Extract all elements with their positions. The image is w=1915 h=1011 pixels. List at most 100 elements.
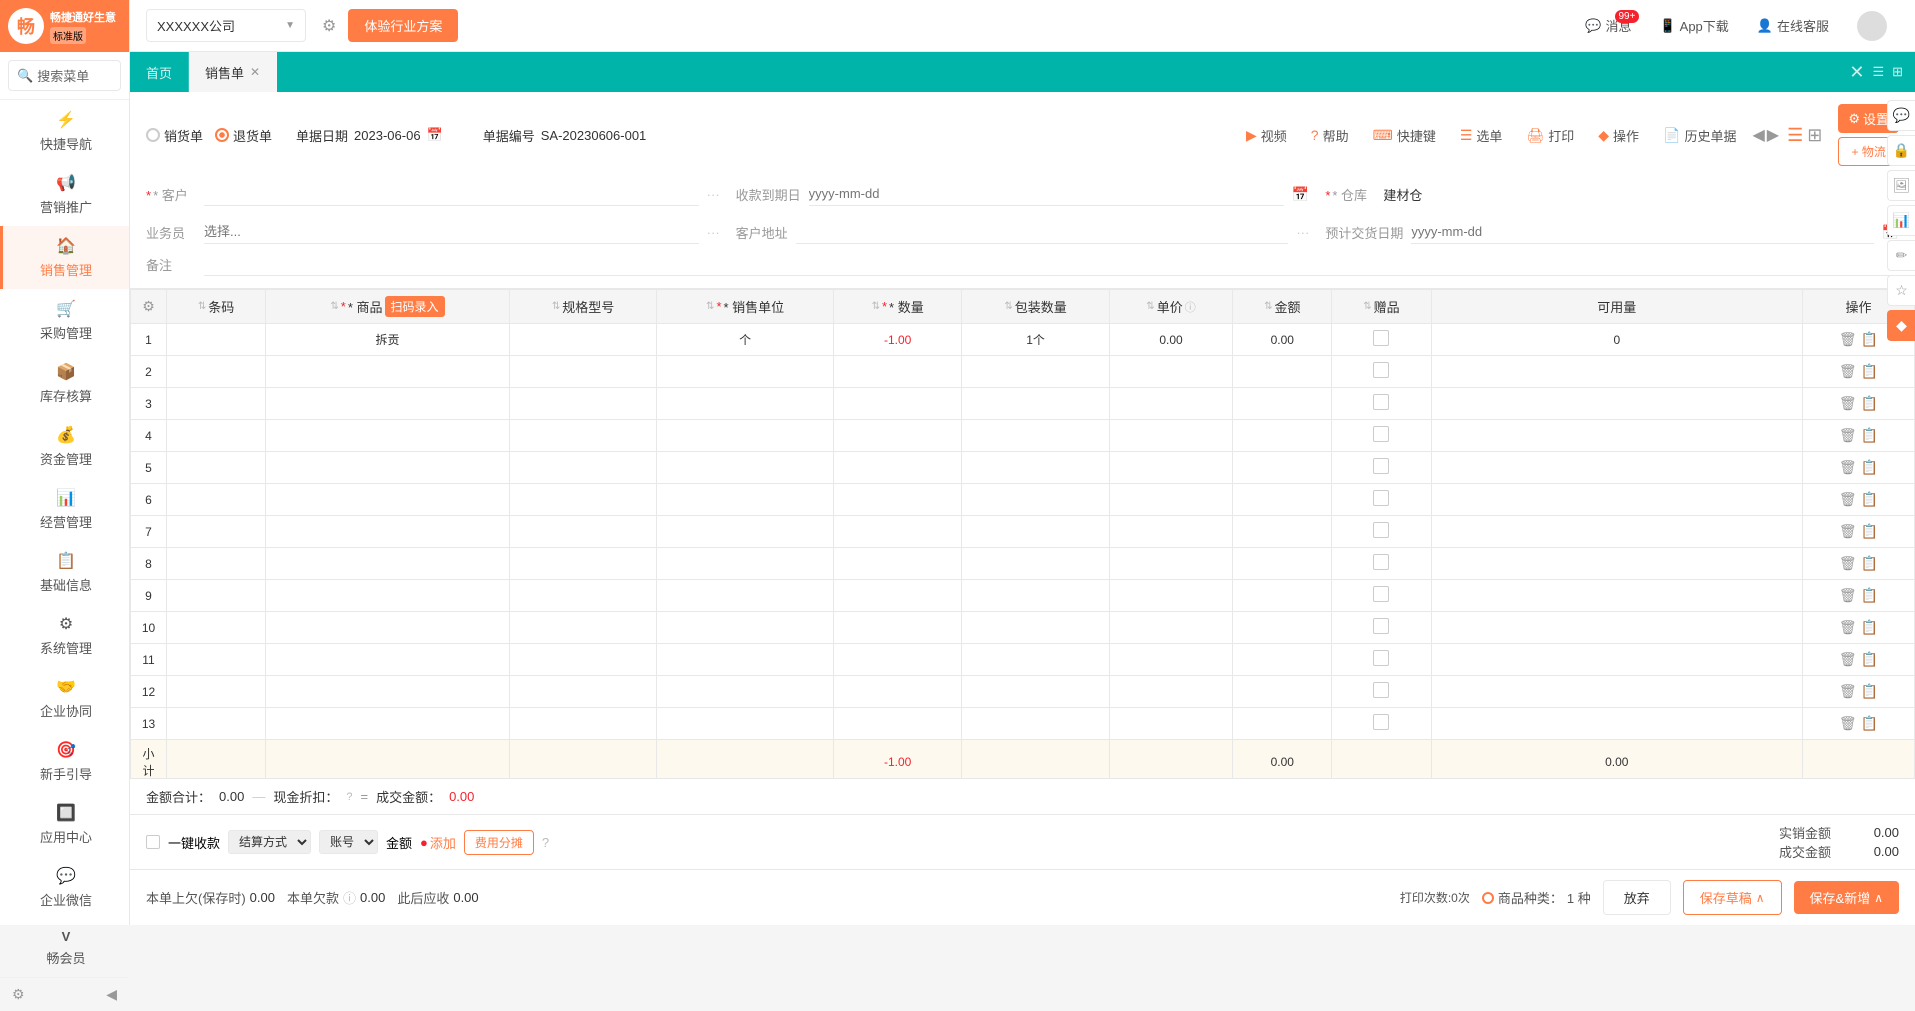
sidebar-item-operations[interactable]: 📊 经营管理 (0, 478, 129, 541)
row-unit-price[interactable] (1109, 452, 1232, 484)
row-delete-button[interactable]: 🗑 (1837, 713, 1859, 734)
row-delete-button[interactable]: 🗑 (1837, 585, 1859, 606)
customer-input[interactable] (204, 182, 699, 206)
right-panel-img[interactable]: 🖼 (1887, 170, 1915, 201)
row-copy-button[interactable]: 📋 (1859, 361, 1880, 382)
date-picker-icon[interactable]: 📅 (427, 127, 443, 143)
row-copy-button[interactable]: 📋 (1859, 393, 1880, 414)
row-unit-price[interactable] (1109, 676, 1232, 708)
row-unit[interactable] (657, 644, 834, 676)
table-settings-icon[interactable]: ⚙ (142, 298, 155, 314)
row-unit[interactable] (657, 356, 834, 388)
sidebar-item-system[interactable]: ⚙ 系统管理 (0, 604, 129, 667)
row-gift[interactable] (1332, 324, 1431, 356)
gift-checkbox[interactable] (1373, 330, 1389, 346)
row-product[interactable] (266, 452, 510, 484)
row-barcode[interactable] (167, 612, 266, 644)
row-gift[interactable] (1332, 548, 1431, 580)
row-spec[interactable] (509, 676, 656, 708)
right-panel-star[interactable]: ☆ (1887, 275, 1915, 306)
row-pkg-qty[interactable] (962, 708, 1109, 740)
row-product[interactable] (266, 388, 510, 420)
price-info-icon[interactable]: ⓘ (1185, 299, 1196, 315)
row-unit[interactable]: 个 (657, 324, 834, 356)
row-gift[interactable] (1332, 612, 1431, 644)
row-qty[interactable]: -1.00 (833, 324, 961, 356)
row-product[interactable] (266, 548, 510, 580)
payment-method-select[interactable]: 结算方式 (228, 830, 311, 854)
gift-checkbox[interactable] (1373, 586, 1389, 602)
customer-address-input[interactable] (796, 220, 1289, 244)
row-spec[interactable] (509, 452, 656, 484)
row-barcode[interactable] (167, 548, 266, 580)
gift-checkbox[interactable] (1373, 394, 1389, 410)
row-unit-price[interactable] (1109, 548, 1232, 580)
add-payment-button[interactable]: ● 添加 (420, 833, 456, 852)
row-spec[interactable] (509, 420, 656, 452)
row-delete-button[interactable]: 🗑 (1837, 425, 1859, 446)
row-copy-button[interactable]: 📋 (1859, 553, 1880, 574)
col-settings[interactable]: ⚙ (131, 290, 167, 324)
row-spec[interactable] (509, 388, 656, 420)
tab-home[interactable]: 首页 (130, 52, 189, 92)
row-qty[interactable] (833, 548, 961, 580)
sidebar-item-sales[interactable]: 🏠 销售管理 (0, 226, 129, 289)
row-copy-button[interactable]: 📋 (1859, 649, 1880, 670)
sidebar-item-cooperation[interactable]: 🤝 企业协同 (0, 667, 129, 730)
row-product[interactable] (266, 612, 510, 644)
list-view-icon[interactable]: ☰ (1787, 125, 1803, 146)
row-amount[interactable] (1233, 484, 1332, 516)
row-delete-button[interactable]: 🗑 (1837, 489, 1859, 510)
scan-button[interactable]: 扫码录入 (385, 296, 445, 317)
grid-view-icon[interactable]: ⊞ (1807, 125, 1822, 146)
row-pkg-qty[interactable] (962, 420, 1109, 452)
row-barcode[interactable] (167, 452, 266, 484)
app-download-button[interactable]: 📱 App下载 (1659, 16, 1728, 35)
prev-btn[interactable]: ◀ (1752, 125, 1764, 145)
salesperson-more-icon[interactable]: ··· (707, 225, 720, 240)
row-qty[interactable] (833, 356, 961, 388)
row-delete-button[interactable]: 🗑 (1837, 649, 1859, 670)
product-sort-icon[interactable]: ⇅ (330, 301, 338, 312)
row-copy-button[interactable]: 📋 (1859, 425, 1880, 446)
row-delete-button[interactable]: 🗑 (1837, 329, 1859, 350)
one-click-checkbox[interactable] (146, 835, 160, 849)
row-spec[interactable] (509, 548, 656, 580)
row-unit-price[interactable] (1109, 356, 1232, 388)
row-spec[interactable] (509, 580, 656, 612)
row-unit-price[interactable] (1109, 484, 1232, 516)
sidebar-item-purchase[interactable]: 🛒 采购管理 (0, 289, 129, 352)
tab-layout-icon1[interactable]: ☰ (1872, 64, 1884, 80)
row-product[interactable]: 拆贡 (266, 324, 510, 356)
sidebar-item-inventory[interactable]: 📦 库存核算 (0, 352, 129, 415)
gift-checkbox[interactable] (1373, 554, 1389, 570)
row-delete-button[interactable]: 🗑 (1837, 521, 1859, 542)
row-unit[interactable] (657, 580, 834, 612)
row-gift[interactable] (1332, 388, 1431, 420)
save-draft-button[interactable]: 保存草稿 ∧ (1683, 880, 1782, 915)
row-amount[interactable]: 0.00 (1233, 324, 1332, 356)
row-amount[interactable] (1233, 644, 1332, 676)
row-qty[interactable] (833, 676, 961, 708)
spec-sort-icon[interactable]: ⇅ (552, 301, 560, 312)
owed-info-icon[interactable]: ⓘ (343, 888, 356, 907)
row-amount[interactable] (1233, 580, 1332, 612)
row-unit-price[interactable] (1109, 708, 1232, 740)
row-spec[interactable] (509, 356, 656, 388)
row-copy-button[interactable]: 📋 (1859, 617, 1880, 638)
row-delete-button[interactable]: 🗑 (1837, 553, 1859, 574)
qty-sort-icon[interactable]: ⇅ (872, 301, 880, 312)
gift-checkbox[interactable] (1373, 522, 1389, 538)
row-delete-button[interactable]: 🗑 (1837, 361, 1859, 382)
row-spec[interactable] (509, 324, 656, 356)
radio-return-order[interactable]: 退货单 (215, 126, 272, 145)
row-amount[interactable] (1233, 388, 1332, 420)
row-qty[interactable] (833, 644, 961, 676)
sidebar-item-basic-info[interactable]: 📋 基础信息 (0, 541, 129, 604)
message-button[interactable]: 💬 消息 99+ (1585, 16, 1631, 35)
company-selector[interactable]: XXXXXX公司 ▼ (146, 9, 306, 42)
tab-layout-icon2[interactable]: ⊞ (1892, 64, 1903, 80)
row-gift[interactable] (1332, 356, 1431, 388)
right-panel-edit[interactable]: ✏ (1887, 240, 1915, 271)
row-amount[interactable] (1233, 612, 1332, 644)
